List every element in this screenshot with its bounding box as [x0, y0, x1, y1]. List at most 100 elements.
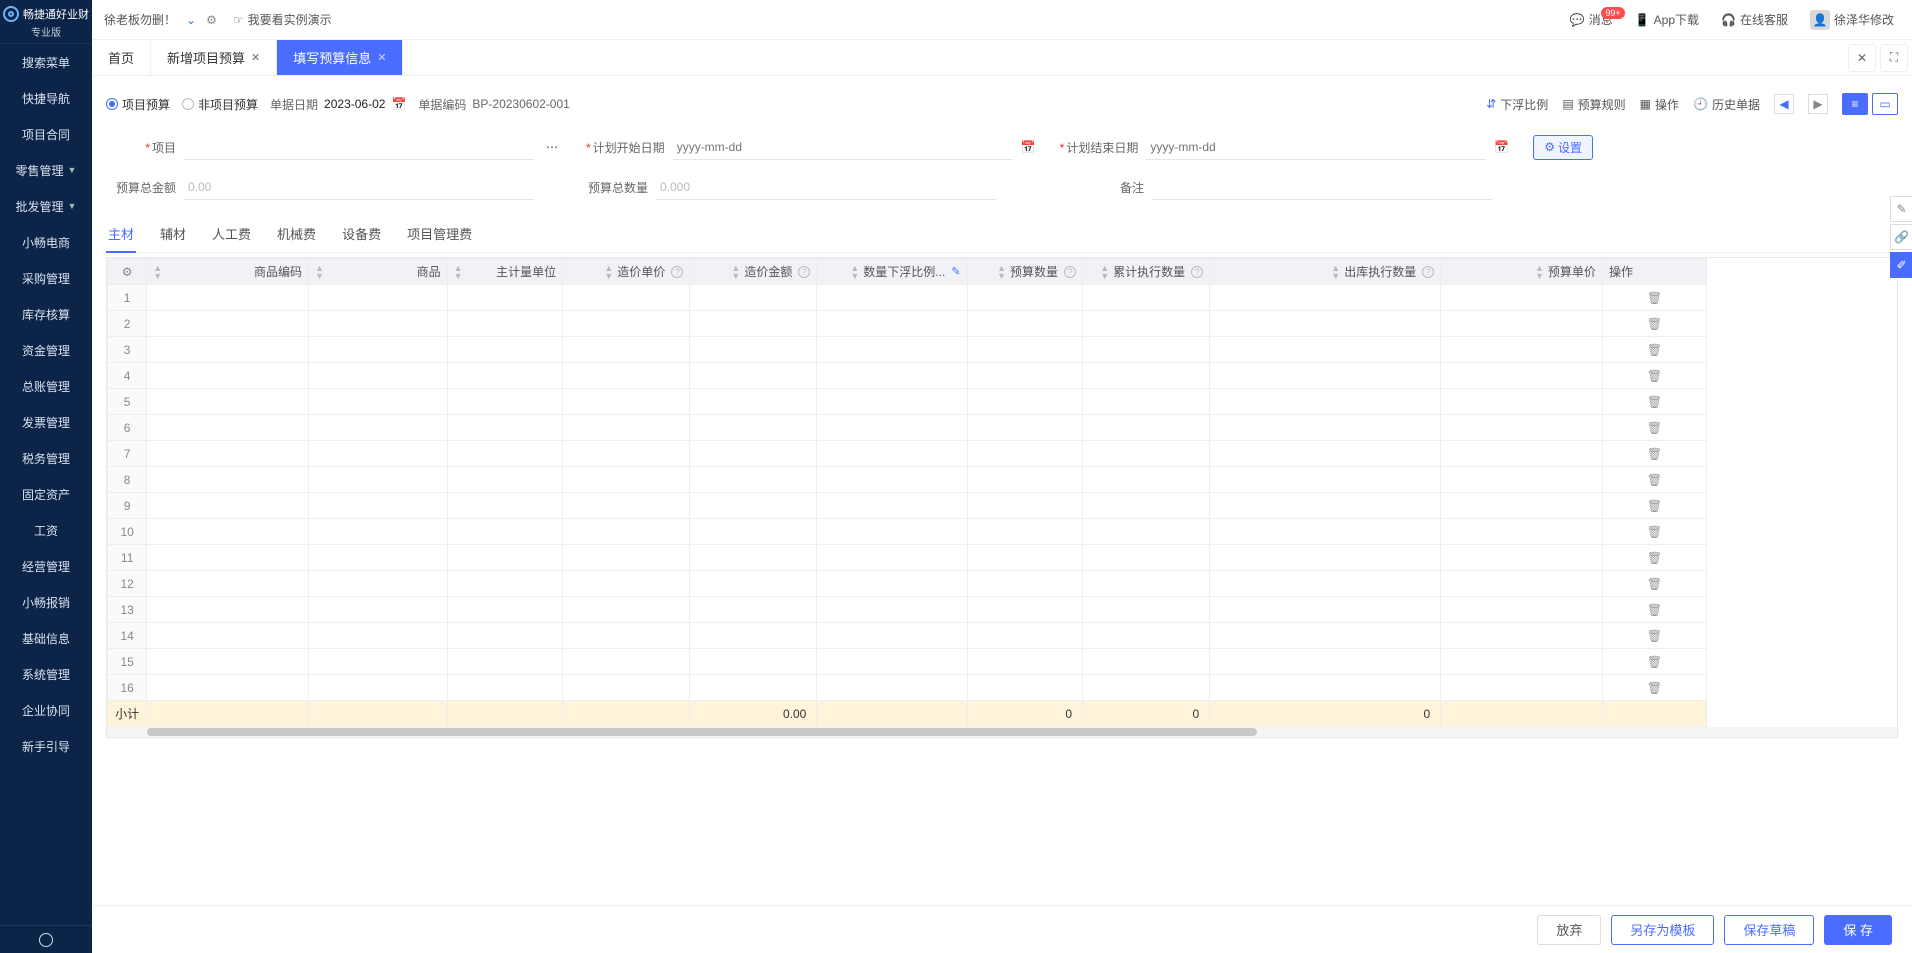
- table-row[interactable]: 6🗑: [108, 415, 1707, 441]
- project-lookup[interactable]: ⋯: [542, 140, 562, 154]
- table-row[interactable]: 7🗑: [108, 441, 1707, 467]
- save-template-button[interactable]: 另存为模板: [1611, 915, 1714, 945]
- doc-date-value[interactable]: 2023-06-02: [324, 97, 385, 111]
- col-out_qty[interactable]: ▲▼出库执行数量?: [1210, 259, 1441, 285]
- sidebar-settings[interactable]: [0, 925, 92, 953]
- subtab-4[interactable]: 设备费: [340, 216, 383, 252]
- col-cost_price[interactable]: ▲▼造价单价?: [563, 259, 690, 285]
- sidebar-item-8[interactable]: 资金管理: [0, 332, 92, 368]
- col-code[interactable]: ▲▼商品编码: [147, 259, 309, 285]
- col-exec_total[interactable]: ▲▼累计执行数量?: [1083, 259, 1210, 285]
- radio-nonproject-budget[interactable]: 非项目预算: [182, 96, 258, 113]
- rail-annotation[interactable]: ✎: [1890, 196, 1912, 222]
- link-operations[interactable]: ▦操作: [1640, 96, 1679, 113]
- delete-row-icon[interactable]: 🗑: [1647, 499, 1662, 513]
- delete-row-icon[interactable]: 🗑: [1647, 681, 1662, 695]
- tab-0[interactable]: 首页: [92, 40, 151, 75]
- org-dropdown[interactable]: ⌄: [186, 13, 196, 27]
- table-row[interactable]: 13🗑: [108, 597, 1707, 623]
- user-menu[interactable]: 👤 徐泽华修改: [1804, 10, 1900, 30]
- help-icon[interactable]: ?: [1191, 266, 1203, 278]
- sidebar-item-9[interactable]: 总账管理: [0, 368, 92, 404]
- delete-row-icon[interactable]: 🗑: [1647, 551, 1662, 565]
- calendar-icon[interactable]: 📅: [1021, 140, 1036, 154]
- sidebar-item-4[interactable]: 批发管理▼: [0, 188, 92, 224]
- table-row[interactable]: 16🗑: [108, 675, 1707, 701]
- remark-input[interactable]: [1152, 174, 1492, 200]
- table-row[interactable]: 11🗑: [108, 545, 1707, 571]
- save-button[interactable]: 保 存: [1824, 915, 1892, 945]
- col-down_ratio[interactable]: ▲▼数量下浮比例...✎: [817, 259, 967, 285]
- support-button[interactable]: 🎧 在线客服: [1715, 11, 1794, 28]
- table-row[interactable]: 14🗑: [108, 623, 1707, 649]
- delete-row-icon[interactable]: 🗑: [1647, 317, 1662, 331]
- rail-edit[interactable]: ✐: [1890, 252, 1912, 278]
- close-icon[interactable]: ✕: [251, 51, 260, 64]
- history-next[interactable]: ▶: [1808, 94, 1828, 114]
- sidebar-item-15[interactable]: 小畅报销: [0, 584, 92, 620]
- horizontal-scrollbar[interactable]: [107, 727, 1897, 737]
- sidebar-item-13[interactable]: 工资: [0, 512, 92, 548]
- sidebar-item-2[interactable]: 项目合同: [0, 116, 92, 152]
- radio-project-budget[interactable]: 项目预算: [106, 96, 170, 113]
- sidebar-item-0[interactable]: 搜索菜单: [0, 44, 92, 80]
- cancel-button[interactable]: 放弃: [1537, 915, 1601, 945]
- delete-row-icon[interactable]: 🗑: [1647, 369, 1662, 383]
- sidebar-item-12[interactable]: 固定资产: [0, 476, 92, 512]
- delete-row-icon[interactable]: 🗑: [1647, 421, 1662, 435]
- table-row[interactable]: 15🗑: [108, 649, 1707, 675]
- sidebar-item-14[interactable]: 经营管理: [0, 548, 92, 584]
- subtab-5[interactable]: 项目管理费: [405, 216, 474, 252]
- sidebar-item-16[interactable]: 基础信息: [0, 620, 92, 656]
- sidebar-item-10[interactable]: 发票管理: [0, 404, 92, 440]
- link-budget-rules[interactable]: ▤预算规则: [1562, 96, 1625, 113]
- sidebar-item-18[interactable]: 企业协同: [0, 692, 92, 728]
- scrollbar-thumb[interactable]: [147, 728, 1257, 736]
- sidebar-item-6[interactable]: 采购管理: [0, 260, 92, 296]
- calendar-icon[interactable]: 📅: [391, 97, 406, 111]
- form-settings-button[interactable]: ⚙ 设置: [1533, 135, 1593, 160]
- sidebar-item-3[interactable]: 零售管理▼: [0, 152, 92, 188]
- delete-row-icon[interactable]: 🗑: [1647, 655, 1662, 669]
- col-unit[interactable]: ▲▼主计量单位: [447, 259, 563, 285]
- gear-icon[interactable]: ⚙: [122, 265, 133, 279]
- help-icon[interactable]: ?: [671, 266, 683, 278]
- delete-row-icon[interactable]: 🗑: [1647, 447, 1662, 461]
- table-row[interactable]: 5🗑: [108, 389, 1707, 415]
- link-history[interactable]: 🕘历史单据: [1693, 96, 1760, 113]
- delete-row-icon[interactable]: 🗑: [1647, 395, 1662, 409]
- table-row[interactable]: 4🗑: [108, 363, 1707, 389]
- history-prev[interactable]: ◀: [1774, 94, 1794, 114]
- plan-end-input[interactable]: [1146, 134, 1486, 160]
- save-draft-button[interactable]: 保存草稿: [1724, 915, 1814, 945]
- project-input[interactable]: [184, 134, 534, 160]
- plan-start-input[interactable]: [673, 134, 1013, 160]
- delete-row-icon[interactable]: 🗑: [1647, 291, 1662, 305]
- delete-row-icon[interactable]: 🗑: [1647, 603, 1662, 617]
- subtab-3[interactable]: 机械费: [275, 216, 318, 252]
- col-cost_amount[interactable]: ▲▼造价金额?: [690, 259, 817, 285]
- tabs-close-all[interactable]: ✕: [1848, 44, 1876, 72]
- view-list[interactable]: ≡: [1842, 93, 1868, 115]
- sidebar-item-19[interactable]: 新手引导: [0, 728, 92, 764]
- demo-link[interactable]: ☞ 我要看实例演示: [233, 11, 332, 28]
- tab-2[interactable]: 填写预算信息✕: [277, 40, 403, 75]
- edit-icon[interactable]: ✎: [951, 265, 960, 278]
- subtab-0[interactable]: 主材: [106, 216, 136, 253]
- delete-row-icon[interactable]: 🗑: [1647, 473, 1662, 487]
- col-budget_qty[interactable]: ▲▼预算数量?: [967, 259, 1083, 285]
- rail-attachment[interactable]: 🔗: [1890, 224, 1912, 250]
- col-budget_price[interactable]: ▲▼预算单价: [1441, 259, 1603, 285]
- org-settings-icon[interactable]: ⚙: [206, 13, 217, 27]
- delete-row-icon[interactable]: 🗑: [1647, 525, 1662, 539]
- table-row[interactable]: 12🗑: [108, 571, 1707, 597]
- view-card[interactable]: ▭: [1872, 93, 1898, 115]
- table-row[interactable]: 10🗑: [108, 519, 1707, 545]
- delete-row-icon[interactable]: 🗑: [1647, 343, 1662, 357]
- delete-row-icon[interactable]: 🗑: [1647, 577, 1662, 591]
- help-icon[interactable]: ?: [798, 266, 810, 278]
- table-row[interactable]: 8🗑: [108, 467, 1707, 493]
- table-row[interactable]: 3🗑: [108, 337, 1707, 363]
- sidebar-item-11[interactable]: 税务管理: [0, 440, 92, 476]
- tab-1[interactable]: 新增项目预算✕: [151, 40, 277, 75]
